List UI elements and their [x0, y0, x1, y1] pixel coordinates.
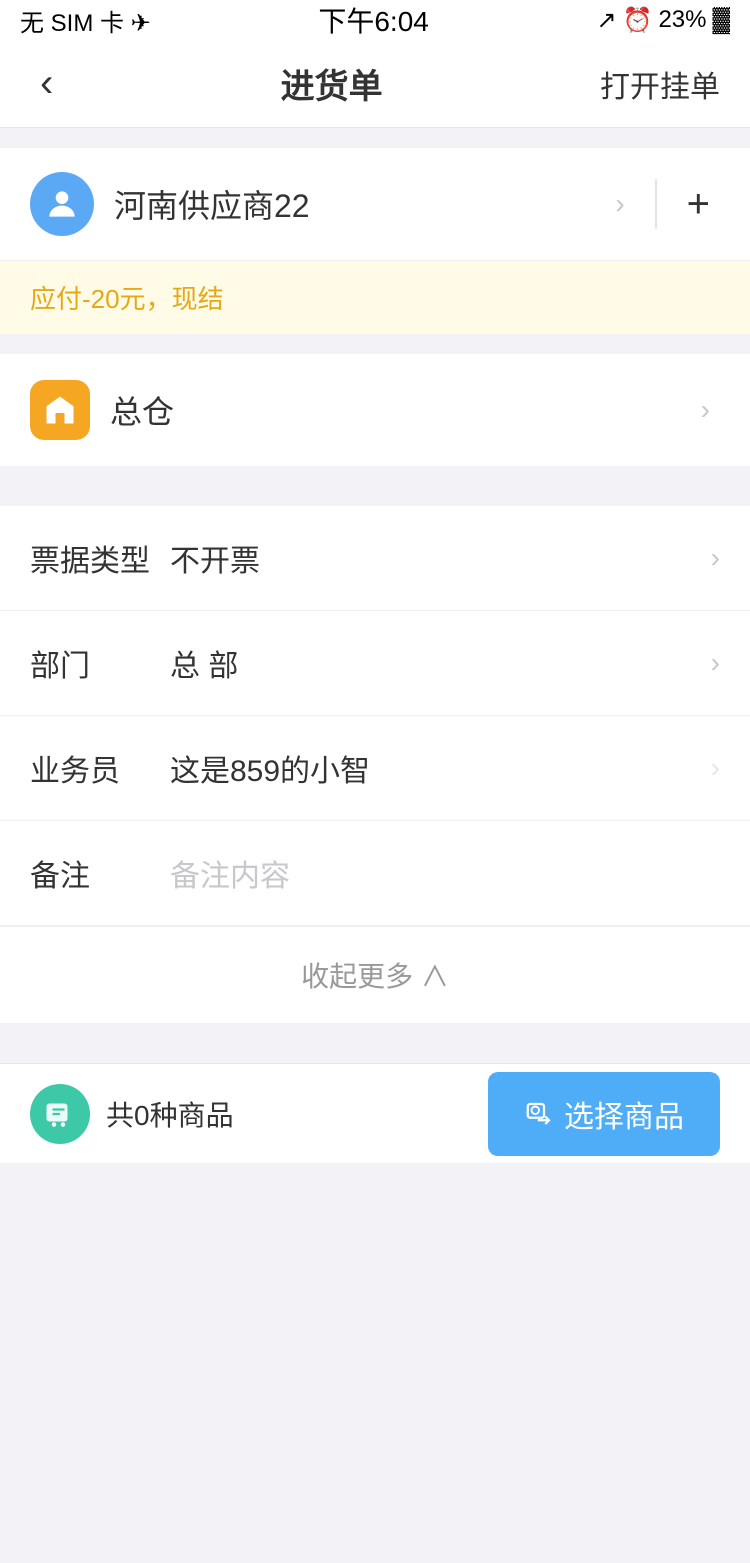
remark-label: 备注 — [30, 851, 170, 895]
add-supplier-button[interactable]: + — [677, 182, 720, 227]
salesman-label: 业务员 — [30, 746, 170, 790]
notice-text: 应付-20元，现结 — [30, 284, 224, 314]
supplier-card: 河南供应商22 › + 应付-20元，现结 — [0, 148, 750, 334]
remark-input[interactable]: 备注内容 — [170, 851, 720, 895]
dept-label: 部门 — [30, 641, 170, 685]
mid-divider1 — [0, 334, 750, 354]
alarm-icon: ⏰ — [623, 6, 653, 35]
dept-row[interactable]: 部门 总 部 › — [0, 611, 750, 716]
form-card: 票据类型 不开票 › 部门 总 部 › 业务员 这是859的小智 › 备注 备注… — [0, 506, 750, 1023]
invoice-label: 票据类型 — [30, 536, 170, 580]
page-background — [0, 1163, 750, 1563]
salesman-row[interactable]: 业务员 这是859的小智 › — [0, 716, 750, 821]
warehouse-card[interactable]: 总仓 › — [0, 354, 750, 466]
person-icon — [43, 185, 81, 223]
battery-text: 23% — [658, 6, 706, 34]
product-count: 共0种商品 — [106, 1094, 488, 1134]
dept-value: 总 部 — [170, 641, 711, 685]
status-time: 下午6:04 — [318, 0, 429, 40]
warehouse-chevron-icon: › — [701, 394, 710, 426]
signal-text: 无 SIM 卡 ✈ — [20, 3, 151, 38]
top-divider — [0, 128, 750, 148]
open-pending-button[interactable]: 打开挂单 — [600, 62, 720, 106]
salesman-chevron-icon: › — [711, 752, 720, 784]
avatar — [30, 172, 94, 236]
warehouse-icon-wrap — [30, 380, 90, 440]
select-product-icon — [524, 1099, 554, 1129]
bottom-bar: 共0种商品 选择商品 — [0, 1063, 750, 1163]
mid-divider2 — [0, 466, 750, 486]
notice-banner: 应付-20元，现结 — [0, 261, 750, 334]
remark-row[interactable]: 备注 备注内容 — [0, 821, 750, 926]
warehouse-row[interactable]: 总仓 › — [0, 354, 750, 466]
product-icon-wrap — [30, 1084, 90, 1144]
supplier-chevron-icon: › — [615, 188, 624, 220]
collapse-button[interactable]: 收起更多 ∧ — [0, 926, 750, 1023]
supplier-name: 河南供应商22 — [114, 181, 615, 227]
supplier-divider — [655, 179, 657, 229]
select-product-button[interactable]: 选择商品 — [488, 1072, 720, 1156]
cart-icon — [42, 1096, 78, 1132]
invoice-row[interactable]: 票据类型 不开票 › — [0, 506, 750, 611]
status-left: 无 SIM 卡 ✈ — [20, 3, 151, 38]
salesman-value: 这是859的小智 — [170, 746, 711, 790]
invoice-chevron-icon: › — [711, 542, 720, 574]
house-icon — [42, 392, 78, 428]
select-product-label: 选择商品 — [564, 1092, 684, 1136]
supplier-row[interactable]: 河南供应商22 › + — [0, 148, 750, 261]
location-icon: ↗ — [596, 6, 616, 35]
dept-chevron-icon: › — [711, 647, 720, 679]
warehouse-name: 总仓 — [110, 387, 701, 433]
status-right: ↗ ⏰ 23% ▓ — [596, 6, 730, 35]
bottom-divider — [0, 1023, 750, 1043]
nav-bar: ‹ 进货单 打开挂单 — [0, 40, 750, 128]
page-title: 进货单 — [281, 59, 383, 108]
battery-icon: ▓ — [712, 6, 730, 34]
status-bar: 无 SIM 卡 ✈ 下午6:04 ↗ ⏰ 23% ▓ — [0, 0, 750, 40]
invoice-value: 不开票 — [170, 536, 711, 580]
collapse-label: 收起更多 ∧ — [301, 961, 449, 992]
back-button[interactable]: ‹ — [30, 51, 63, 116]
